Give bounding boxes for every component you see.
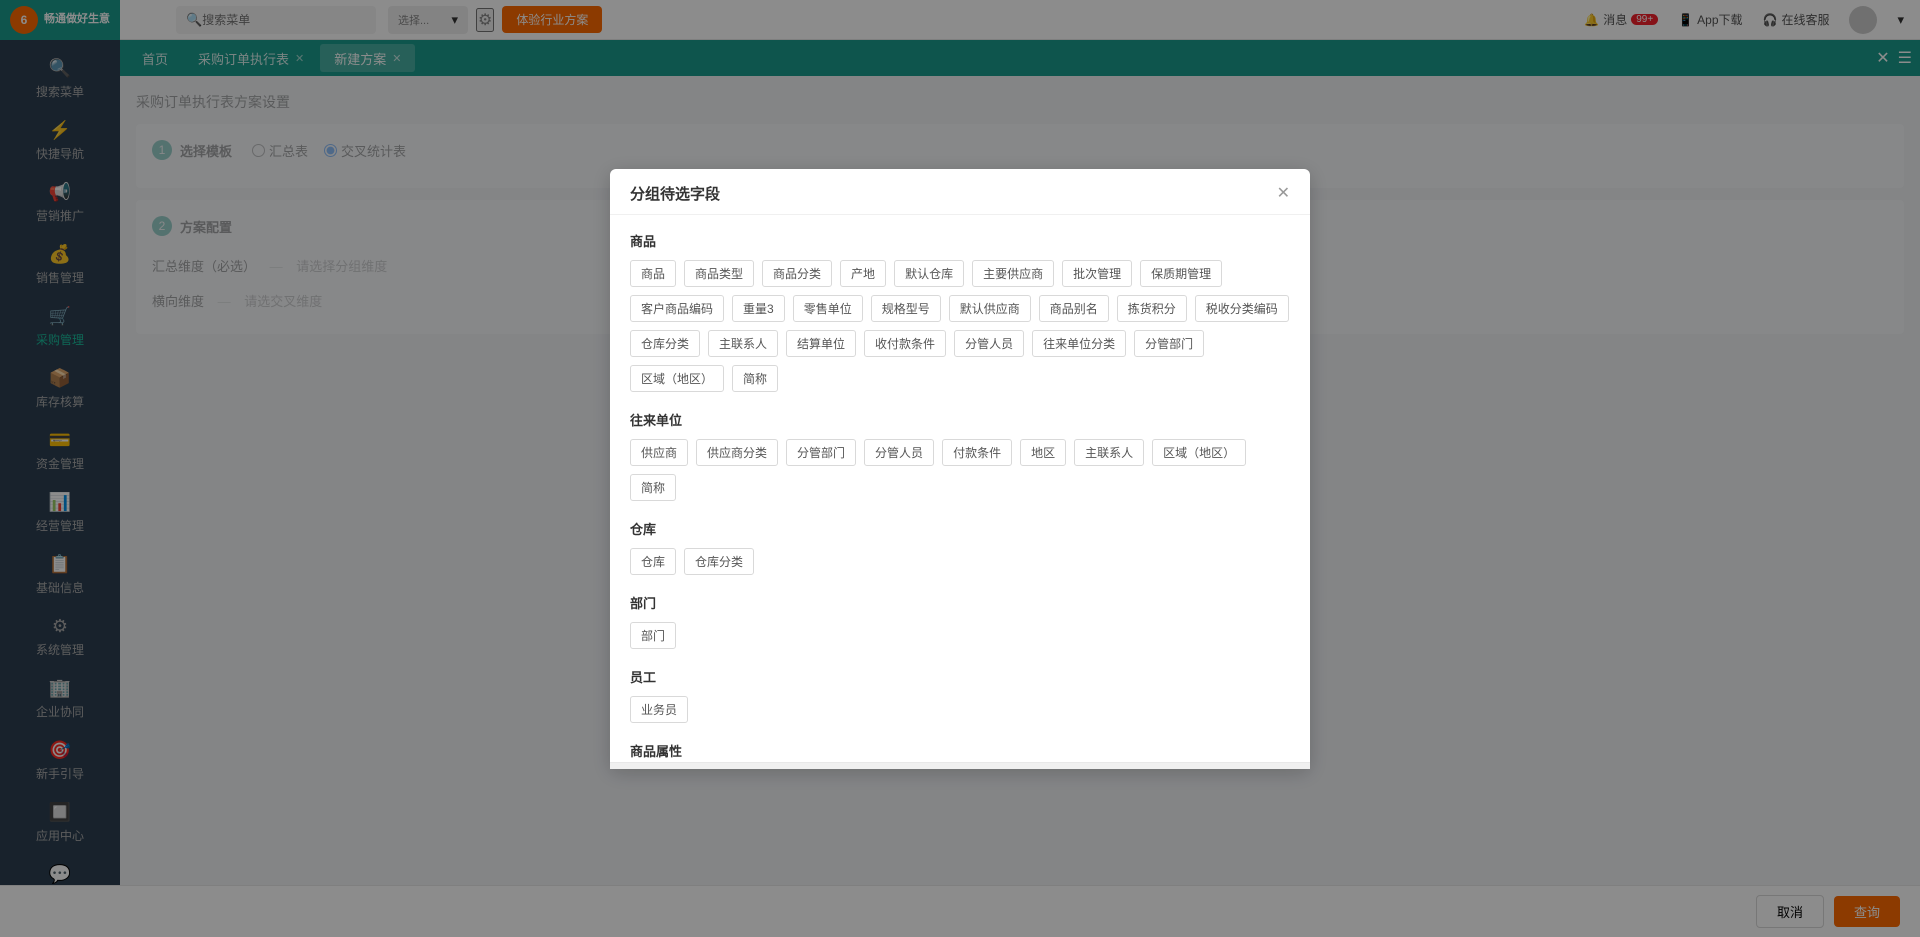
employee-section: 员工 业务员 [630, 667, 1290, 723]
product-field-tags: 商品 商品类型 商品分类 产地 默认仓库 主要供应商 批次管理 保质期管理 客户… [630, 260, 1290, 392]
field-tag-往来单位分类[interactable]: 往来单位分类 [1032, 330, 1126, 357]
field-tag-收付款条件[interactable]: 收付款条件 [864, 330, 946, 357]
field-tag-规格型号[interactable]: 规格型号 [871, 295, 941, 322]
product-section: 商品 商品 商品类型 商品分类 产地 默认仓库 主要供应商 批次管理 保质期管理… [630, 231, 1290, 392]
warehouse-field-tags: 仓库 仓库分类 [630, 548, 1290, 575]
field-tag-付款条件[interactable]: 付款条件 [942, 439, 1012, 466]
field-tag-仓库分类2[interactable]: 仓库分类 [684, 548, 754, 575]
field-tag-仓库[interactable]: 仓库 [630, 548, 676, 575]
field-tag-结算单位[interactable]: 结算单位 [786, 330, 856, 357]
field-tag-主要供应商[interactable]: 主要供应商 [972, 260, 1054, 287]
employee-field-tags: 业务员 [630, 696, 1290, 723]
field-tag-仓库分类[interactable]: 仓库分类 [630, 330, 700, 357]
modal-title: 分组待选字段 [630, 183, 720, 204]
field-tag-默认仓库[interactable]: 默认仓库 [894, 260, 964, 287]
field-tag-部门[interactable]: 部门 [630, 622, 676, 649]
field-tag-零售单位[interactable]: 零售单位 [793, 295, 863, 322]
partner-section-title: 往来单位 [630, 410, 1290, 429]
field-tag-客户商品编码[interactable]: 客户商品编码 [630, 295, 724, 322]
field-tag-区域地区[interactable]: 区域（地区） [630, 365, 724, 392]
modal-close-button[interactable]: ✕ [1277, 183, 1290, 203]
partner-section: 往来单位 供应商 供应商分类 分管部门 分管人员 付款条件 地区 主联系人 区域… [630, 410, 1290, 501]
field-tag-批次管理[interactable]: 批次管理 [1062, 260, 1132, 287]
field-tag-区域地区2[interactable]: 区域（地区） [1152, 439, 1246, 466]
field-tag-重量3[interactable]: 重量3 [732, 295, 785, 322]
field-tag-分管部门[interactable]: 分管部门 [1134, 330, 1204, 357]
field-tag-业务员[interactable]: 业务员 [630, 696, 688, 723]
department-section: 部门 部门 [630, 593, 1290, 649]
modal-overlay[interactable]: 分组待选字段 ✕ 商品 商品 商品类型 商品分类 产地 默认仓库 主要供应商 批… [0, 0, 1920, 937]
field-tag-简称2[interactable]: 简称 [630, 474, 676, 501]
product-section-title: 商品 [630, 231, 1290, 250]
product-attr-section: 商品属性 属性 颜色 多规格 尺码 鞋码 1 [630, 741, 1290, 762]
field-tag-商品别名[interactable]: 商品别名 [1039, 295, 1109, 322]
modal-header: 分组待选字段 ✕ [610, 169, 1310, 215]
horizontal-scrollbar[interactable] [610, 762, 1310, 769]
modal-dialog: 分组待选字段 ✕ 商品 商品 商品类型 商品分类 产地 默认仓库 主要供应商 批… [610, 169, 1310, 769]
employee-section-title: 员工 [630, 667, 1290, 686]
field-tag-产地[interactable]: 产地 [840, 260, 886, 287]
field-tag-供应商[interactable]: 供应商 [630, 439, 688, 466]
field-tag-商品分类[interactable]: 商品分类 [762, 260, 832, 287]
field-tag-主联系人2[interactable]: 主联系人 [1074, 439, 1144, 466]
field-tag-主联系人[interactable]: 主联系人 [708, 330, 778, 357]
field-tag-税收分类编码[interactable]: 税收分类编码 [1195, 295, 1289, 322]
department-section-title: 部门 [630, 593, 1290, 612]
warehouse-section: 仓库 仓库 仓库分类 [630, 519, 1290, 575]
field-tag-默认供应商[interactable]: 默认供应商 [949, 295, 1031, 322]
field-tag-拣货积分[interactable]: 拣货积分 [1117, 295, 1187, 322]
field-tag-商品类型[interactable]: 商品类型 [684, 260, 754, 287]
field-tag-地区[interactable]: 地区 [1020, 439, 1066, 466]
department-field-tags: 部门 [630, 622, 1290, 649]
field-tag-商品[interactable]: 商品 [630, 260, 676, 287]
warehouse-section-title: 仓库 [630, 519, 1290, 538]
field-tag-简称[interactable]: 简称 [732, 365, 778, 392]
field-tag-分管人员[interactable]: 分管人员 [954, 330, 1024, 357]
field-tag-分管人员2[interactable]: 分管人员 [864, 439, 934, 466]
field-tag-保质期管理[interactable]: 保质期管理 [1140, 260, 1222, 287]
field-tag-供应商分类[interactable]: 供应商分类 [696, 439, 778, 466]
modal-body: 商品 商品 商品类型 商品分类 产地 默认仓库 主要供应商 批次管理 保质期管理… [610, 215, 1310, 762]
field-tag-分管部门2[interactable]: 分管部门 [786, 439, 856, 466]
partner-field-tags: 供应商 供应商分类 分管部门 分管人员 付款条件 地区 主联系人 区域（地区） … [630, 439, 1290, 501]
product-attr-section-title: 商品属性 [630, 741, 1290, 760]
